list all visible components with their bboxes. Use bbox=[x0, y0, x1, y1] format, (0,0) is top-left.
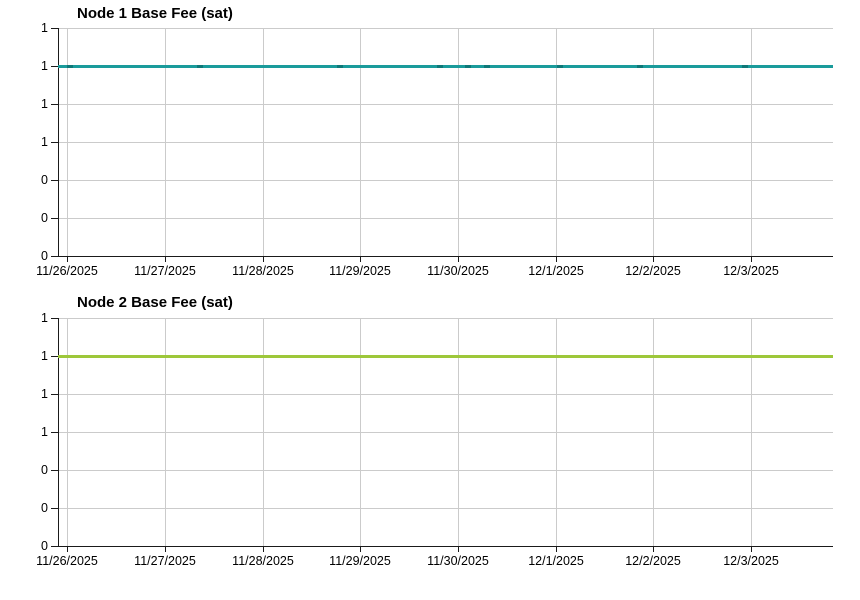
h-gridline bbox=[58, 218, 833, 219]
y-tick-label: 1 bbox=[26, 58, 48, 74]
data-point-marker bbox=[67, 65, 73, 68]
y-tick-label: 1 bbox=[26, 424, 48, 440]
v-gridline bbox=[458, 28, 459, 256]
v-gridline bbox=[556, 28, 557, 256]
chart2-title: Node 2 Base Fee (sat) bbox=[77, 295, 233, 311]
x-tick-label: 11/26/2025 bbox=[25, 263, 109, 279]
y-axis-tick bbox=[51, 356, 58, 357]
h-gridline bbox=[58, 318, 833, 319]
y-tick-label: 0 bbox=[26, 500, 48, 516]
y-axis-line bbox=[58, 318, 59, 547]
x-tick-label: 11/27/2025 bbox=[123, 553, 207, 569]
x-tick-label: 11/28/2025 bbox=[221, 263, 305, 279]
data-point-marker bbox=[484, 65, 490, 68]
h-gridline bbox=[58, 142, 833, 143]
x-tick-label: 12/3/2025 bbox=[709, 553, 793, 569]
h-gridline bbox=[58, 470, 833, 471]
v-gridline bbox=[263, 28, 264, 256]
x-tick-label: 11/29/2025 bbox=[318, 553, 402, 569]
y-axis-tick bbox=[51, 432, 58, 433]
y-axis-tick bbox=[51, 470, 58, 471]
x-tick-label: 11/30/2025 bbox=[416, 553, 500, 569]
x-tick-label: 11/29/2025 bbox=[318, 263, 402, 279]
x-tick-label: 11/30/2025 bbox=[416, 263, 500, 279]
y-tick-label: 0 bbox=[26, 538, 48, 554]
y-axis-line bbox=[58, 28, 59, 257]
h-gridline bbox=[58, 432, 833, 433]
h-gridline bbox=[58, 28, 833, 29]
data-point-marker bbox=[437, 65, 443, 68]
data-point-marker bbox=[197, 65, 203, 68]
y-tick-label: 0 bbox=[26, 172, 48, 188]
h-gridline bbox=[58, 508, 833, 509]
series-line bbox=[58, 65, 833, 68]
y-axis-tick bbox=[51, 180, 58, 181]
y-axis-tick bbox=[51, 218, 58, 219]
h-gridline bbox=[58, 104, 833, 105]
v-gridline bbox=[653, 28, 654, 256]
v-gridline bbox=[458, 318, 459, 546]
y-axis-tick bbox=[51, 142, 58, 143]
v-gridline bbox=[165, 28, 166, 256]
x-tick-label: 11/26/2025 bbox=[25, 553, 109, 569]
y-tick-label: 1 bbox=[26, 348, 48, 364]
y-tick-label: 1 bbox=[26, 96, 48, 112]
v-gridline bbox=[751, 28, 752, 256]
v-gridline bbox=[360, 318, 361, 546]
series-line bbox=[58, 355, 833, 358]
y-tick-label: 1 bbox=[26, 134, 48, 150]
y-tick-label: 0 bbox=[26, 462, 48, 478]
y-tick-label: 1 bbox=[26, 310, 48, 326]
data-point-marker bbox=[742, 65, 748, 68]
v-gridline bbox=[165, 318, 166, 546]
v-gridline bbox=[751, 318, 752, 546]
y-axis-tick bbox=[51, 66, 58, 67]
charts-canvas: Node 1 Base Fee (sat) Node 2 Base Fee (s… bbox=[0, 0, 860, 600]
y-axis-tick bbox=[51, 546, 58, 547]
v-gridline bbox=[360, 28, 361, 256]
y-axis-tick bbox=[51, 318, 58, 319]
v-gridline bbox=[263, 318, 264, 546]
data-point-marker bbox=[637, 65, 643, 68]
h-gridline bbox=[58, 180, 833, 181]
y-tick-label: 0 bbox=[26, 248, 48, 264]
x-tick-label: 12/1/2025 bbox=[514, 553, 598, 569]
x-tick-label: 12/2/2025 bbox=[611, 263, 695, 279]
y-tick-label: 1 bbox=[26, 386, 48, 402]
v-gridline bbox=[556, 318, 557, 546]
data-point-marker bbox=[337, 65, 343, 68]
x-tick-label: 12/1/2025 bbox=[514, 263, 598, 279]
v-gridline bbox=[67, 318, 68, 546]
x-tick-label: 11/28/2025 bbox=[221, 553, 305, 569]
y-axis-tick bbox=[51, 28, 58, 29]
x-tick-label: 11/27/2025 bbox=[123, 263, 207, 279]
chart1-title: Node 1 Base Fee (sat) bbox=[77, 6, 233, 22]
y-axis-tick bbox=[51, 508, 58, 509]
y-axis-tick bbox=[51, 394, 58, 395]
y-tick-label: 0 bbox=[26, 210, 48, 226]
v-gridline bbox=[653, 318, 654, 546]
x-axis-line bbox=[58, 546, 833, 547]
data-point-marker bbox=[465, 65, 471, 68]
x-axis-line bbox=[58, 256, 833, 257]
y-tick-label: 1 bbox=[26, 20, 48, 36]
v-gridline bbox=[67, 28, 68, 256]
h-gridline bbox=[58, 394, 833, 395]
y-axis-tick bbox=[51, 256, 58, 257]
data-point-marker bbox=[557, 65, 563, 68]
x-tick-label: 12/3/2025 bbox=[709, 263, 793, 279]
y-axis-tick bbox=[51, 104, 58, 105]
x-tick-label: 12/2/2025 bbox=[611, 553, 695, 569]
